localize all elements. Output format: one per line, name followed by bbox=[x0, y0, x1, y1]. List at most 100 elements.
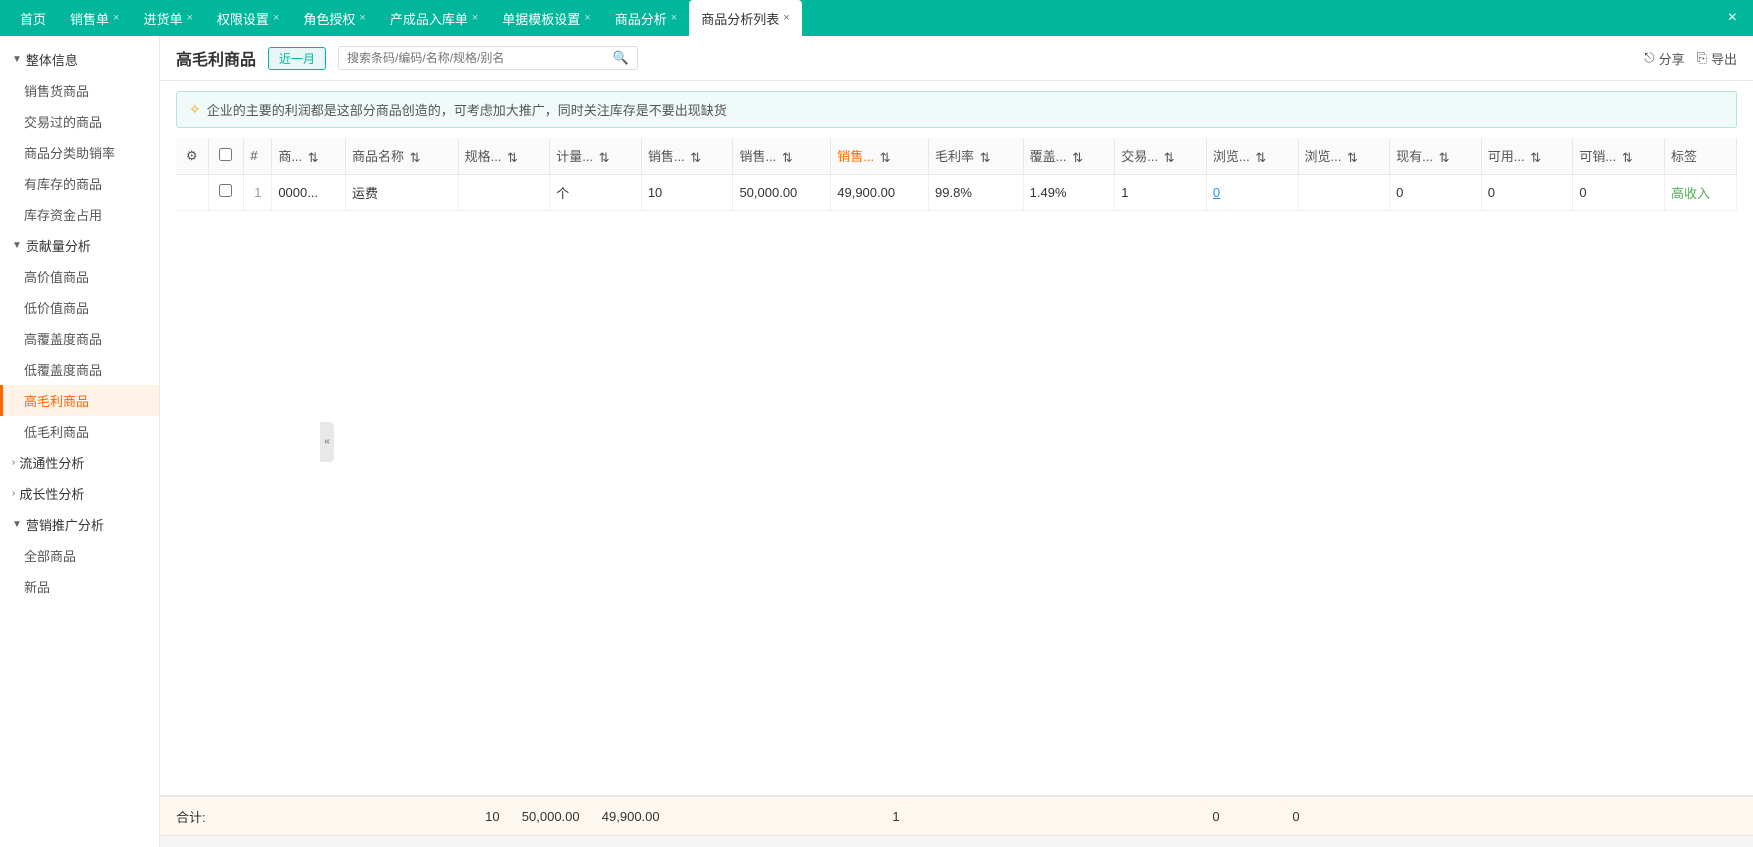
sidebar-item-high-coverage[interactable]: 高覆盖度商品 bbox=[0, 323, 159, 354]
col-code-sort[interactable]: ⇅ bbox=[308, 150, 319, 166]
table-footer: 合计: 10 50,000.00 49,900.00 1 0 0 bbox=[160, 795, 1753, 835]
sidebar-group-marketing-arrow: ▼ bbox=[12, 519, 22, 530]
sidebar-collapse-button[interactable]: « bbox=[320, 422, 334, 462]
col-settings[interactable]: ⚙ bbox=[176, 138, 208, 174]
nav-product-analysis-close[interactable]: × bbox=[671, 12, 677, 24]
col-gross-rate-sort[interactable]: ⇅ bbox=[980, 150, 991, 166]
cell-sellable: 0 bbox=[1573, 174, 1665, 210]
cell-code: 0000... bbox=[272, 174, 346, 210]
sidebar-item-in-stock[interactable]: 有库存的商品 bbox=[0, 168, 159, 199]
search-box: 🔍 bbox=[338, 46, 638, 70]
sidebar-item-new-goods[interactable]: 新品 bbox=[0, 571, 159, 602]
sidebar-group-overall-arrow: ▼ bbox=[12, 54, 22, 65]
sidebar-group-overall[interactable]: ▼ 整体信息 bbox=[0, 44, 159, 75]
sidebar-item-all-goods[interactable]: 全部商品 bbox=[0, 540, 159, 571]
cell-trade: 1 bbox=[1115, 174, 1207, 210]
nav-sales-order-close[interactable]: × bbox=[113, 12, 119, 24]
col-name-sort[interactable]: ⇅ bbox=[410, 150, 421, 166]
window-close-button[interactable]: × bbox=[1720, 9, 1745, 27]
page-title: 高毛利商品 bbox=[176, 46, 256, 70]
sidebar-item-low-margin[interactable]: 低毛利商品 bbox=[0, 416, 159, 447]
row-checkbox[interactable] bbox=[219, 184, 232, 197]
col-sales-amt[interactable]: 销售... ⇅ bbox=[733, 138, 831, 174]
col-unit[interactable]: 计量... ⇅ bbox=[550, 138, 642, 174]
nav-product-analysis-list[interactable]: 商品分析列表 × bbox=[689, 0, 801, 36]
content-header: 高毛利商品 近一月 🔍 ⎋ 分享 ⎘ 导出 bbox=[160, 36, 1753, 81]
search-icon[interactable]: 🔍 bbox=[613, 50, 629, 66]
col-gross-rate[interactable]: 毛利率 ⇅ bbox=[929, 138, 1024, 174]
col-current-stock[interactable]: 现有... ⇅ bbox=[1390, 138, 1482, 174]
search-input[interactable] bbox=[347, 51, 613, 65]
sidebar-item-low-coverage[interactable]: 低覆盖度商品 bbox=[0, 354, 159, 385]
col-browse1[interactable]: 浏览... ⇅ bbox=[1206, 138, 1298, 174]
sidebar-item-traded-goods[interactable]: 交易过的商品 bbox=[0, 106, 159, 137]
sidebar-item-category-rate[interactable]: 商品分类助销率 bbox=[0, 137, 159, 168]
sidebar-item-sales-goods[interactable]: 销售货商品 bbox=[0, 75, 159, 106]
date-filter-button[interactable]: 近一月 bbox=[268, 47, 326, 70]
nav-sales-order[interactable]: 销售单 × bbox=[58, 0, 131, 36]
nav-home[interactable]: 首页 bbox=[8, 0, 58, 36]
sidebar-group-marketing[interactable]: ▼ 营销推广分析 bbox=[0, 509, 159, 540]
col-sales-amt-sort[interactable]: ⇅ bbox=[782, 150, 793, 166]
nav-roles-close[interactable]: × bbox=[359, 12, 365, 24]
col-spec[interactable]: 规格... ⇅ bbox=[458, 138, 550, 174]
col-trade-sort[interactable]: ⇅ bbox=[1164, 150, 1175, 166]
footer-sales-amt: 50,000.00 bbox=[506, 809, 586, 824]
cell-available: 0 bbox=[1481, 174, 1573, 210]
cell-cover: 1.49% bbox=[1023, 174, 1115, 210]
export-icon: ⎘ bbox=[1697, 50, 1707, 66]
col-unit-sort[interactable]: ⇅ bbox=[599, 150, 610, 166]
nav-product-analysis[interactable]: 商品分析 × bbox=[603, 0, 689, 36]
sidebar-group-growth[interactable]: › 成长性分析 bbox=[0, 478, 159, 509]
sidebar-item-low-value[interactable]: 低价值商品 bbox=[0, 292, 159, 323]
cell-sales-qty: 10 bbox=[641, 174, 733, 210]
info-banner: ✧ 企业的主要的利润都是这部分商品创造的，可考虑加大推广，同时关注库存是不要出现… bbox=[176, 91, 1737, 128]
col-browse2[interactable]: 浏览... ⇅ bbox=[1298, 138, 1390, 174]
col-browse1-sort[interactable]: ⇅ bbox=[1255, 150, 1266, 166]
sidebar-item-stock-capital[interactable]: 库存资金占用 bbox=[0, 199, 159, 230]
horizontal-scrollbar[interactable] bbox=[160, 835, 1753, 847]
nav-template-settings[interactable]: 单据模板设置 × bbox=[490, 0, 602, 36]
col-available[interactable]: 可用... ⇅ bbox=[1481, 138, 1573, 174]
sidebar-group-liquidity[interactable]: › 流通性分析 bbox=[0, 447, 159, 478]
nav-purchase-order-close[interactable]: × bbox=[186, 12, 192, 24]
cell-gross-rate: 99.8% bbox=[929, 174, 1024, 210]
cell-spec bbox=[458, 174, 550, 210]
col-sellable-sort[interactable]: ⇅ bbox=[1622, 150, 1633, 166]
share-button[interactable]: ⎋ 分享 bbox=[1644, 49, 1684, 68]
share-icon: ⎋ bbox=[1644, 50, 1654, 66]
col-code[interactable]: 商... ⇅ bbox=[272, 138, 346, 174]
nav-product-inbound[interactable]: 产成品入库单 × bbox=[378, 0, 490, 36]
col-current-stock-sort[interactable]: ⇅ bbox=[1439, 150, 1450, 166]
col-sellable[interactable]: 可销... ⇅ bbox=[1573, 138, 1665, 174]
sidebar-item-high-margin[interactable]: 高毛利商品 bbox=[0, 385, 159, 416]
cell-tag: 高收入 bbox=[1665, 174, 1737, 210]
col-cover-sort[interactable]: ⇅ bbox=[1072, 150, 1083, 166]
nav-roles[interactable]: 角色授权 × bbox=[291, 0, 377, 36]
nav-purchase-order[interactable]: 进货单 × bbox=[131, 0, 204, 36]
cell-checkbox[interactable] bbox=[208, 174, 244, 210]
sidebar-group-contribution[interactable]: ▼ 贡献量分析 bbox=[0, 230, 159, 261]
col-sales-qty[interactable]: 销售... ⇅ bbox=[641, 138, 733, 174]
info-icon: ✧ bbox=[189, 101, 201, 118]
export-button[interactable]: ⎘ 导出 bbox=[1697, 49, 1737, 68]
col-sales-cost[interactable]: 销售... ⇅ bbox=[831, 138, 929, 174]
sidebar-item-high-value[interactable]: 高价值商品 bbox=[0, 261, 159, 292]
col-sales-cost-sort[interactable]: ⇅ bbox=[880, 150, 891, 166]
col-cover[interactable]: 覆盖... ⇅ bbox=[1023, 138, 1115, 174]
cell-sales-amt: 50,000.00 bbox=[733, 174, 831, 210]
nav-product-inbound-close[interactable]: × bbox=[472, 12, 478, 24]
col-browse2-sort[interactable]: ⇅ bbox=[1347, 150, 1358, 166]
col-name[interactable]: 商品名称 ⇅ bbox=[346, 138, 459, 174]
nav-product-analysis-list-close[interactable]: × bbox=[783, 12, 789, 24]
nav-template-settings-close[interactable]: × bbox=[584, 12, 590, 24]
cell-browse1[interactable]: 0 bbox=[1206, 174, 1298, 210]
nav-permissions[interactable]: 权限设置 × bbox=[205, 0, 291, 36]
col-available-sort[interactable]: ⇅ bbox=[1530, 150, 1541, 166]
col-trade[interactable]: 交易... ⇅ bbox=[1115, 138, 1207, 174]
select-all-checkbox[interactable] bbox=[219, 148, 232, 161]
nav-permissions-close[interactable]: × bbox=[273, 12, 279, 24]
col-sales-qty-sort[interactable]: ⇅ bbox=[690, 150, 701, 166]
footer-trade: 1 bbox=[826, 809, 906, 824]
col-spec-sort[interactable]: ⇅ bbox=[507, 150, 518, 166]
